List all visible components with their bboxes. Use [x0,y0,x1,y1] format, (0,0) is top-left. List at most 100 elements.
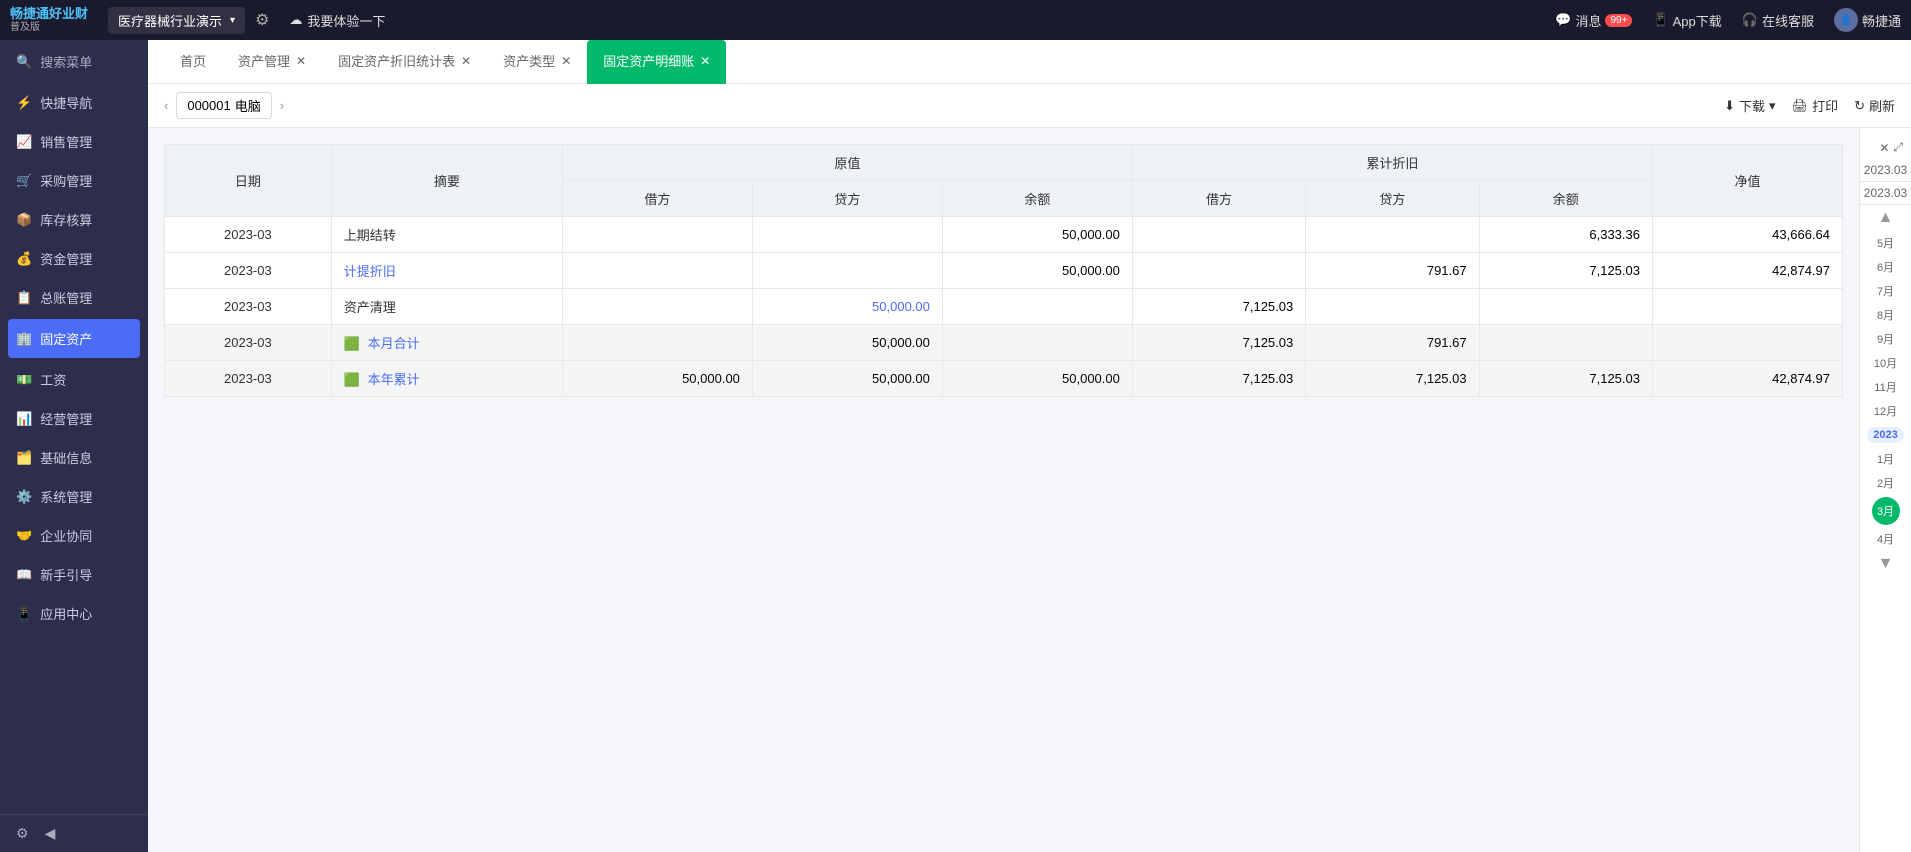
print-icon: 🖨 [1792,98,1809,114]
row4-accum-balance [1479,325,1652,361]
top-bar-right: 💬 消息 99+ 📱 App下载 🎧 在线客服 👤 畅捷通 [1555,8,1901,32]
table-row-year-total: 2023-03 🟩 本年累计 50,000.00 50,000.00 50,00… [165,361,1843,397]
prev-asset-button[interactable]: ‹ [164,98,168,113]
chevron-down-icon: ▾ [230,15,235,26]
tab-depreciation-close[interactable]: ✕ [461,54,471,68]
experience-label: 我要体验一下 [307,11,385,30]
asset-code: 000001 [187,98,230,113]
panel-month-1[interactable]: 1月 [1860,447,1911,471]
col-accum-credit: 贷方 [1306,181,1479,217]
sidebar-collapse-icon[interactable]: ◀ [45,825,56,842]
download-chevron-icon: ▾ [1769,98,1776,114]
panel-month-12[interactable]: 12月 [1860,399,1911,423]
panel-month-3[interactable]: 3月 [1872,497,1900,525]
panel-expand-icon[interactable]: ⤢ [1893,140,1903,155]
tab-asset-type[interactable]: 资产类型 ✕ [487,40,587,84]
experience-button[interactable]: ☁ 我要体验一下 [289,11,385,30]
customer-service-button[interactable]: 🎧 在线客服 [1742,11,1814,30]
user-label: 畅捷通 [1862,11,1901,30]
sidebar-inventory-label: 库存核算 [40,210,92,229]
sidebar-funds-label: 资金管理 [40,249,92,268]
sidebar-quicknav-label: 快捷导航 [40,93,92,112]
tab-asset-detail-close[interactable]: ✕ [700,54,710,68]
sidebar-item-inventory[interactable]: 📦 库存核算 [0,200,148,239]
panel-month-5[interactable]: 5月 [1860,231,1911,255]
app-download-button[interactable]: 📱 App下载 [1652,11,1721,30]
sidebar-item-fixed-assets[interactable]: 🏢 固定资产 [8,319,140,358]
tab-home[interactable]: 首页 [164,40,222,84]
apps-icon: 📱 [16,606,32,622]
tab-asset-detail[interactable]: 固定资产明细账 ✕ [587,40,726,84]
panel-month-2[interactable]: 2月 [1860,471,1911,495]
col-accum-debit: 借方 [1132,181,1305,217]
panel-month-7[interactable]: 7月 [1860,279,1911,303]
user-menu[interactable]: 👤 畅捷通 [1834,8,1901,32]
row4-net-value [1652,325,1842,361]
row4-date: 2023-03 [165,325,332,361]
row5-summary: 🟩 本年累计 [331,361,562,397]
sidebar-item-salary[interactable]: 💵 工资 [0,360,148,399]
row1-accum-debit [1132,217,1305,253]
money-icon: 💰 [16,251,32,267]
tab-asset-detail-label: 固定资产明细账 [603,51,694,70]
tab-asset-type-label: 资产类型 [503,51,555,70]
logo-sub: 普及版 [10,22,88,34]
settings-icon[interactable]: ⚙ [255,10,269,30]
sidebar-item-collab[interactable]: 🤝 企业协同 [0,516,148,555]
panel-month-9[interactable]: 9月 [1860,327,1911,351]
sidebar-item-quicknav[interactable]: ⚡ 快捷导航 [0,83,148,122]
tab-depreciation-label: 固定资产折旧统计表 [338,51,455,70]
panel-close-icon[interactable]: ✕ [1879,141,1889,155]
handshake-icon: 🤝 [16,528,32,544]
main-area: 🔍 搜索菜单 ⚡ 快捷导航 📈 销售管理 🛒 采购管理 📦 库存核算 💰 [0,40,1911,852]
tab-assets-close[interactable]: ✕ [296,54,306,68]
sidebar-item-basic[interactable]: 🗂️ 基础信息 [0,438,148,477]
tab-asset-type-close[interactable]: ✕ [561,54,571,68]
row3-orig-credit: 50,000.00 [752,289,942,325]
sidebar-item-ledger[interactable]: 📋 总账管理 [0,278,148,317]
panel-month-6[interactable]: 6月 [1860,255,1911,279]
panel-month-11[interactable]: 11月 [1860,375,1911,399]
message-button[interactable]: 💬 消息 99+ [1555,11,1632,30]
sidebar-collab-label: 企业协同 [40,526,92,545]
content-area: 首页 资产管理 ✕ 固定资产折旧统计表 ✕ 资产类型 ✕ 固定资产明细账 ✕ [148,40,1911,852]
row1-accum-balance: 6,333.36 [1479,217,1652,253]
col-summary: 摘要 [331,145,562,217]
refresh-button[interactable]: ↻ 刷新 [1854,96,1895,115]
panel-nav-up[interactable]: ▲ [1878,205,1894,231]
sidebar-item-search[interactable]: 🔍 搜索菜单 [0,40,148,83]
next-asset-button[interactable]: › [280,98,284,113]
sidebar-item-guide[interactable]: 📖 新手引导 [0,555,148,594]
sidebar-basic-label: 基础信息 [40,448,92,467]
panel-nav-down[interactable]: ▼ [1878,551,1894,577]
sidebar-settings-icon[interactable]: ⚙ [16,825,29,842]
sidebar-item-sales[interactable]: 📈 销售管理 [0,122,148,161]
table-row: 2023-03 资产清理 50,000.00 7,125.03 [165,289,1843,325]
tabs-bar: 首页 资产管理 ✕ 固定资产折旧统计表 ✕ 资产类型 ✕ 固定资产明细账 ✕ [148,40,1911,84]
sidebar-item-ops[interactable]: 📊 经营管理 [0,399,148,438]
download-button[interactable]: ⬇ 下载 ▾ [1724,96,1775,115]
sidebar-item-system[interactable]: ⚙️ 系统管理 [0,477,148,516]
sidebar-item-purchase[interactable]: 🛒 采购管理 [0,161,148,200]
company-selector[interactable]: 医疗器械行业演示 ▾ [108,7,245,34]
panel-month-8[interactable]: 8月 [1860,303,1911,327]
sidebar-search-label: 搜索菜单 [40,52,92,71]
col-accumulated-depreciation: 累计折旧 [1132,145,1652,181]
table-row: 2023-03 计提折旧 50,000.00 791.67 7,125.03 4… [165,253,1843,289]
sidebar-item-apps[interactable]: 📱 应用中心 [0,594,148,633]
building-icon: 🏢 [16,331,32,347]
cart-icon: 🛒 [16,173,32,189]
sidebar-item-funds[interactable]: 💰 资金管理 [0,239,148,278]
headset-icon: 🎧 [1742,12,1758,28]
print-button[interactable]: 🖨 打印 [1792,96,1839,115]
panel-year-label[interactable]: 2023 [1867,427,1903,443]
tab-depreciation[interactable]: 固定资产折旧统计表 ✕ [322,40,487,84]
tab-assets[interactable]: 资产管理 ✕ [222,40,322,84]
panel-month-4[interactable]: 4月 [1860,527,1911,551]
row3-orig-balance [942,289,1132,325]
app-download-label: App下载 [1673,11,1722,30]
row1-date: 2023-03 [165,217,332,253]
panel-month-10[interactable]: 10月 [1860,351,1911,375]
salary-icon: 💵 [16,372,32,388]
row1-accum-credit [1306,217,1479,253]
